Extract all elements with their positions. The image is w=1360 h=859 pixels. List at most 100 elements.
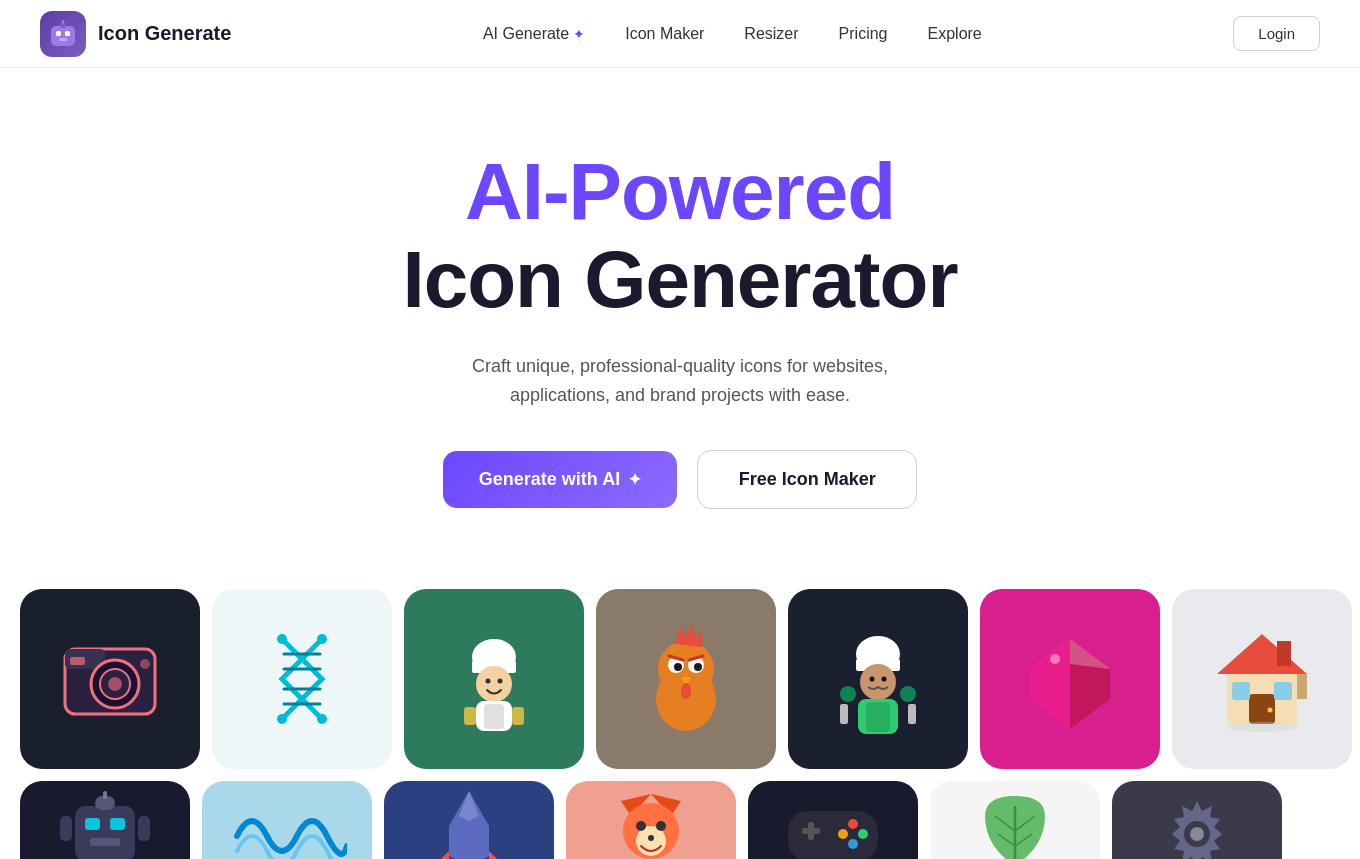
svg-marker-57 [1297, 674, 1307, 699]
gallery-item-chicken [596, 589, 776, 769]
svg-rect-64 [75, 806, 135, 859]
nav-item-pricing[interactable]: Pricing [839, 25, 888, 43]
generate-ai-label: Generate with AI [479, 469, 620, 490]
svg-marker-55 [1217, 634, 1307, 674]
svg-point-87 [838, 829, 848, 839]
nav-links: AI Generate ✦ Icon Maker Resizer Pricing… [483, 25, 982, 43]
svg-point-94 [1190, 827, 1204, 841]
hero-buttons: Generate with AI ✦ Free Icon Maker [443, 450, 917, 509]
svg-rect-66 [110, 818, 125, 830]
svg-point-23 [476, 666, 512, 702]
svg-marker-53 [1070, 639, 1110, 669]
svg-point-38 [681, 683, 691, 699]
btn-sparkle-icon: ✦ [628, 470, 641, 489]
nav-ai-generate-label: AI Generate [483, 25, 569, 43]
nav-item-explore[interactable]: Explore [928, 25, 982, 43]
gallery-item-gear [1112, 781, 1282, 859]
svg-point-35 [694, 663, 702, 671]
svg-point-86 [848, 839, 858, 849]
gallery-item-chef-dark [788, 589, 968, 769]
login-button[interactable]: Login [1233, 16, 1320, 51]
gallery-item-robot [20, 781, 190, 859]
svg-point-20 [317, 714, 327, 724]
svg-rect-11 [70, 657, 85, 665]
nav-item-ai-generate[interactable]: AI Generate ✦ [483, 25, 585, 43]
svg-point-24 [486, 678, 491, 683]
svg-point-84 [848, 819, 858, 829]
hero-title-main: Icon Generator [402, 236, 957, 324]
svg-rect-48 [840, 704, 848, 724]
nav-pricing-label: Pricing [839, 25, 888, 43]
svg-point-46 [840, 686, 856, 702]
svg-point-34 [674, 663, 682, 671]
nav-item-resizer[interactable]: Resizer [744, 25, 798, 43]
gallery-item-fox [566, 781, 736, 859]
logo-svg [47, 18, 79, 50]
svg-point-54 [1050, 654, 1060, 664]
generate-with-ai-button[interactable]: Generate with AI ✦ [443, 451, 677, 508]
svg-rect-65 [85, 818, 100, 830]
svg-point-10 [108, 677, 122, 691]
svg-point-17 [277, 634, 287, 644]
svg-point-25 [498, 678, 503, 683]
brand-name: Icon Generate [98, 22, 231, 45]
svg-point-18 [317, 634, 327, 644]
svg-point-79 [656, 821, 666, 831]
hero-title-ai: AI-Powered [402, 148, 957, 236]
svg-marker-52 [1030, 639, 1070, 729]
gallery-item-leaf [930, 781, 1100, 859]
svg-point-19 [277, 714, 287, 724]
svg-rect-5 [62, 20, 64, 24]
hero-title: AI-Powered Icon Generator [402, 148, 957, 324]
svg-rect-67 [90, 838, 120, 846]
svg-rect-60 [1274, 682, 1292, 700]
brand-logo [40, 11, 86, 57]
svg-point-12 [140, 659, 150, 669]
svg-rect-27 [484, 704, 504, 729]
svg-rect-49 [908, 704, 916, 724]
svg-point-41 [860, 664, 896, 700]
svg-point-63 [1227, 722, 1297, 732]
navbar: Icon Generate AI Generate ✦ Icon Maker R… [0, 0, 1360, 68]
svg-point-80 [648, 835, 654, 841]
svg-rect-59 [1232, 682, 1250, 700]
gallery-item-camera [20, 589, 200, 769]
svg-rect-3 [59, 38, 67, 41]
svg-rect-28 [464, 707, 476, 725]
svg-rect-62 [1277, 641, 1291, 666]
svg-rect-0 [51, 26, 75, 46]
svg-point-42 [870, 676, 875, 681]
svg-rect-2 [65, 31, 70, 36]
icon-gallery [0, 569, 1360, 859]
svg-rect-69 [103, 791, 107, 799]
svg-rect-71 [138, 816, 150, 841]
svg-rect-29 [512, 707, 524, 725]
hero-section: AI-Powered Icon Generator Craft unique, … [0, 68, 1360, 569]
gallery-item-house [1172, 589, 1352, 769]
nav-icon-maker-label: Icon Maker [625, 25, 704, 43]
svg-rect-70 [60, 816, 72, 841]
svg-point-47 [900, 686, 916, 702]
gallery-row-2 [0, 781, 1360, 859]
brand-logo-link[interactable]: Icon Generate [40, 11, 231, 57]
gallery-item-gamepad [748, 781, 918, 859]
nav-item-icon-maker[interactable]: Icon Maker [625, 25, 704, 43]
gallery-item-dna [212, 589, 392, 769]
svg-point-85 [858, 829, 868, 839]
free-icon-maker-button[interactable]: Free Icon Maker [697, 450, 917, 509]
svg-point-61 [1268, 707, 1273, 712]
hero-subtitle: Craft unique, professional-quality icons… [420, 352, 940, 410]
svg-point-78 [636, 821, 646, 831]
nav-explore-label: Explore [928, 25, 982, 43]
svg-rect-45 [866, 702, 890, 732]
svg-point-43 [882, 676, 887, 681]
nav-resizer-label: Resizer [744, 25, 798, 43]
gallery-item-chef-green [404, 589, 584, 769]
svg-rect-1 [56, 31, 61, 36]
svg-rect-83 [808, 822, 814, 840]
sparkle-icon: ✦ [573, 26, 585, 42]
gallery-item-wave [202, 781, 372, 859]
gallery-item-rocket [384, 781, 554, 859]
gallery-item-gem [980, 589, 1160, 769]
gallery-row-1 [0, 589, 1360, 781]
